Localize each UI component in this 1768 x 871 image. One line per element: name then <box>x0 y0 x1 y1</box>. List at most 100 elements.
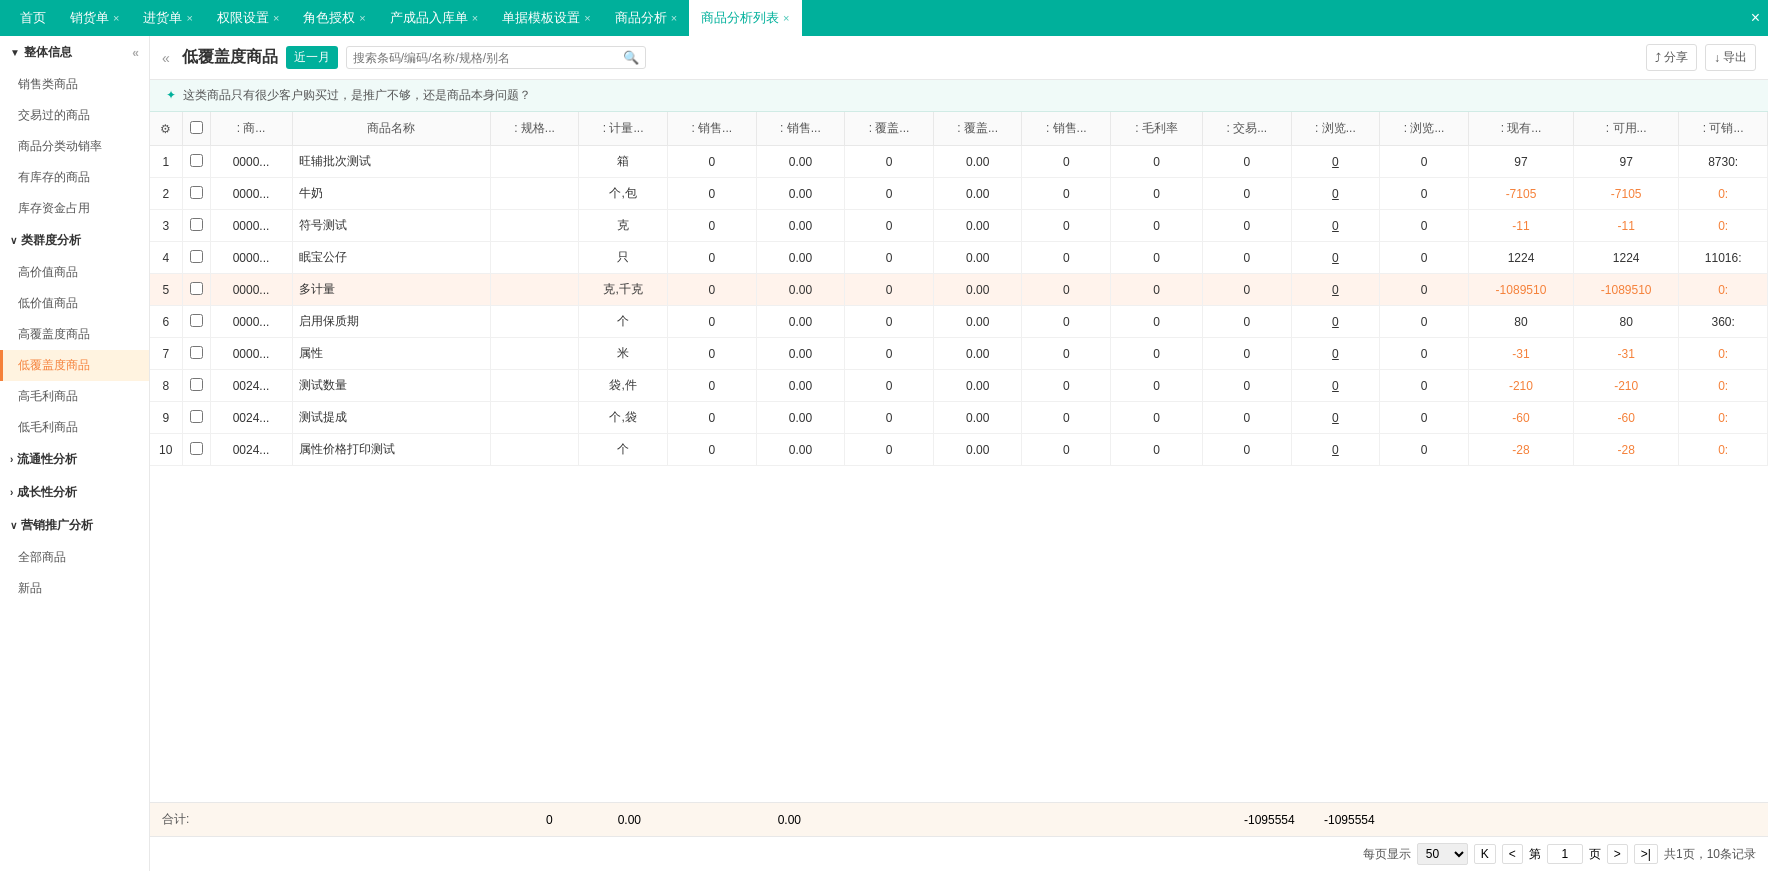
row-no: 7 <box>150 338 182 370</box>
row-checkbox[interactable] <box>182 402 210 434</box>
row-checkbox[interactable] <box>182 146 210 178</box>
row-browse1[interactable]: 0 <box>1291 402 1380 434</box>
sidebar-item-all-goods[interactable]: 全部商品 <box>0 542 149 573</box>
row-browse2: 0 <box>1380 146 1469 178</box>
last-page-btn[interactable]: >| <box>1634 844 1658 864</box>
sidebar-section-liquidity[interactable]: › 流通性分析 <box>0 443 149 476</box>
sidebar-collapse-btn[interactable]: « <box>132 46 139 60</box>
share-button[interactable]: ⤴ 分享 <box>1646 44 1697 71</box>
sidebar-item-high-margin[interactable]: 高毛利商品 <box>0 381 149 412</box>
row-checkbox[interactable] <box>182 178 210 210</box>
row-browse1[interactable]: 0 <box>1291 210 1380 242</box>
row-sellable: 0: <box>1679 210 1768 242</box>
row-select-checkbox[interactable] <box>190 154 203 167</box>
sidebar-item-sales-goods[interactable]: 销售类商品 <box>0 69 149 100</box>
row-browse1[interactable]: 0 <box>1291 274 1380 306</box>
row-browse1[interactable]: 0 <box>1291 178 1380 210</box>
search-input[interactable] <box>353 51 623 65</box>
sidebar-item-new-goods[interactable]: 新品 <box>0 573 149 604</box>
nav-roles[interactable]: 角色授权 × <box>291 0 377 36</box>
row-cover2: 0.00 <box>933 370 1022 402</box>
row-select-checkbox[interactable] <box>190 218 203 231</box>
row-cover1: 0 <box>845 178 934 210</box>
row-trade: 0 <box>1203 242 1292 274</box>
sidebar-section-growth[interactable]: › 成长性分析 <box>0 476 149 509</box>
nav-analysis[interactable]: 商品分析 × <box>603 0 689 36</box>
row-browse1[interactable]: 0 <box>1291 370 1380 402</box>
sidebar-item-traded-goods[interactable]: 交易过的商品 <box>0 100 149 131</box>
row-select-checkbox[interactable] <box>190 186 203 199</box>
prev-page-btn[interactable]: < <box>1502 844 1523 864</box>
filter-recent-month-btn[interactable]: 近一月 <box>286 46 338 69</box>
row-select-checkbox[interactable] <box>190 410 203 423</box>
page-input[interactable] <box>1547 844 1583 864</box>
nav-sales-close[interactable]: × <box>113 12 119 24</box>
sidebar-item-stocked-goods[interactable]: 有库存的商品 <box>0 162 149 193</box>
page-suffix: 页 <box>1589 846 1601 863</box>
row-checkbox[interactable] <box>182 274 210 306</box>
row-unit: 个 <box>579 434 668 466</box>
sidebar-item-high-value[interactable]: 高价值商品 <box>0 257 149 288</box>
row-select-checkbox[interactable] <box>190 346 203 359</box>
row-checkbox[interactable] <box>182 434 210 466</box>
sidebar-item-stock-capital[interactable]: 库存资金占用 <box>0 193 149 224</box>
row-checkbox[interactable] <box>182 370 210 402</box>
footer-values: 0 0.00 0.00 -1095554 -1095554 <box>209 813 1756 827</box>
nav-template[interactable]: 单据模板设置 × <box>490 0 602 36</box>
nav-analysis-list[interactable]: 商品分析列表 × <box>689 0 801 36</box>
nav-home[interactable]: 首页 <box>8 0 58 36</box>
sidebar-section-overall[interactable]: ▼ 整体信息 « <box>0 36 149 69</box>
row-browse1[interactable]: 0 <box>1291 434 1380 466</box>
select-all-checkbox[interactable] <box>190 121 203 134</box>
nav-permissions[interactable]: 权限设置 × <box>205 0 291 36</box>
nav-template-close[interactable]: × <box>584 12 590 24</box>
nav-product-inbound[interactable]: 产成品入库单 × <box>378 0 490 36</box>
table-row: 6 0000... 启用保质期 个 0 0.00 0 0.00 0 0 0 0 … <box>150 306 1768 338</box>
next-page-btn[interactable]: > <box>1607 844 1628 864</box>
nav-roles-close[interactable]: × <box>359 12 365 24</box>
window-close-button[interactable]: × <box>1751 9 1760 27</box>
row-checkbox[interactable] <box>182 210 210 242</box>
row-spec <box>490 178 579 210</box>
section-arrow-marketing: ∨ <box>10 520 17 531</box>
sidebar-item-high-coverage[interactable]: 高覆盖度商品 <box>0 319 149 350</box>
nav-analysis-close[interactable]: × <box>671 12 677 24</box>
row-sale-qty: 0 <box>667 434 756 466</box>
row-avail: -31 <box>1574 338 1679 370</box>
row-browse1[interactable]: 0 <box>1291 146 1380 178</box>
nav-purchase[interactable]: 进货单 × <box>131 0 204 36</box>
row-select-checkbox[interactable] <box>190 378 203 391</box>
row-select-checkbox[interactable] <box>190 314 203 327</box>
nav-sales[interactable]: 销货单 × <box>58 0 131 36</box>
row-checkbox[interactable] <box>182 306 210 338</box>
sidebar-collapse-icon[interactable]: « <box>162 50 170 66</box>
row-select-checkbox[interactable] <box>190 250 203 263</box>
nav-purchase-close[interactable]: × <box>186 12 192 24</box>
data-table: ⚙ : 商... 商品名称 : 规格... : 计量... : 销售... : … <box>150 112 1768 466</box>
row-browse1[interactable]: 0 <box>1291 338 1380 370</box>
row-unit: 克 <box>579 210 668 242</box>
row-gross: 0 <box>1111 306 1203 338</box>
sidebar-item-category-rate[interactable]: 商品分类动销率 <box>0 131 149 162</box>
row-checkbox[interactable] <box>182 338 210 370</box>
per-page-select[interactable]: 50 100 200 <box>1417 843 1468 865</box>
row-browse1[interactable]: 0 <box>1291 242 1380 274</box>
sidebar-item-low-coverage[interactable]: 低覆盖度商品 <box>0 350 149 381</box>
sidebar-section-marketing[interactable]: ∨ 营销推广分析 <box>0 509 149 542</box>
sidebar-section-cluster[interactable]: ∨ 类群度分析 <box>0 224 149 257</box>
row-checkbox[interactable] <box>182 242 210 274</box>
sidebar-item-low-value[interactable]: 低价值商品 <box>0 288 149 319</box>
row-name: 属性价格打印测试 <box>292 434 490 466</box>
nav-product-inbound-close[interactable]: × <box>472 12 478 24</box>
row-browse1[interactable]: 0 <box>1291 306 1380 338</box>
row-sale-ratio: 0 <box>1022 210 1111 242</box>
col-settings[interactable]: ⚙ <box>150 112 182 146</box>
export-button[interactable]: ↓ 导出 <box>1705 44 1756 71</box>
sidebar-item-low-margin[interactable]: 低毛利商品 <box>0 412 149 443</box>
row-select-checkbox[interactable] <box>190 282 203 295</box>
row-browse2: 0 <box>1380 178 1469 210</box>
nav-analysis-list-close[interactable]: × <box>783 12 789 24</box>
first-page-btn[interactable]: K <box>1474 844 1496 864</box>
row-select-checkbox[interactable] <box>190 442 203 455</box>
nav-permissions-close[interactable]: × <box>273 12 279 24</box>
